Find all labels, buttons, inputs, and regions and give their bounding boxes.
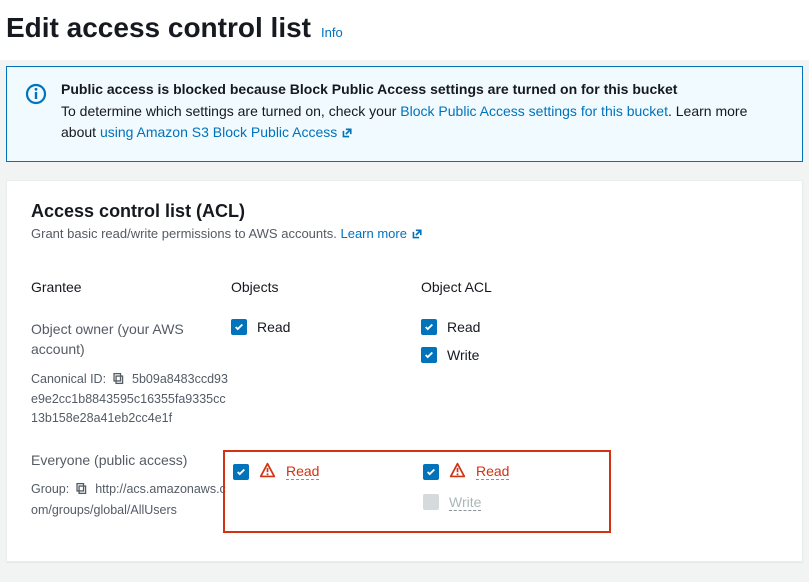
learn-more-link[interactable]: Learn more: [340, 226, 406, 241]
panel-subtitle: Grant basic read/write permissions to AW…: [31, 226, 778, 243]
external-link-icon: [341, 124, 354, 145]
group-label: Group:: [31, 482, 69, 496]
grantee-everyone-name: Everyone (public access): [31, 450, 231, 470]
copy-icon[interactable]: [75, 482, 88, 501]
canonical-id-label: Canonical ID:: [31, 372, 106, 386]
owner-acl-write-label: Write: [447, 347, 479, 363]
copy-icon[interactable]: [112, 372, 125, 391]
block-public-access-settings-link[interactable]: Block Public Access settings for this bu…: [400, 103, 668, 119]
everyone-acl-read-label: Read: [476, 463, 509, 480]
everyone-objects-read-label: Read: [286, 463, 319, 480]
everyone-objects-read-checkbox[interactable]: [233, 464, 249, 480]
info-icon: [25, 83, 47, 145]
acl-panel: Access control list (ACL) Grant basic re…: [6, 180, 803, 562]
owner-acl-write-checkbox[interactable]: [421, 347, 437, 363]
grantee-owner: Object owner (your AWS account) Canonica…: [31, 319, 231, 428]
panel-title: Access control list (ACL): [31, 201, 778, 222]
warning-icon: [259, 462, 276, 482]
col-objects: Objects: [231, 279, 421, 295]
alert-title: Public access is blocked because Block P…: [61, 81, 784, 97]
info-link[interactable]: Info: [321, 25, 343, 40]
owner-objects-read-label: Read: [257, 319, 290, 335]
info-alert: Public access is blocked because Block P…: [6, 66, 803, 162]
everyone-acl-read-checkbox[interactable]: [423, 464, 439, 480]
everyone-acl-write-label: Write: [449, 494, 481, 511]
grantee-everyone: Everyone (public access) Group: http://a…: [31, 450, 231, 533]
col-object-acl: Object ACL: [421, 279, 611, 295]
everyone-acl-write-checkbox: [423, 494, 439, 510]
owner-acl-read-label: Read: [447, 319, 480, 335]
alert-text: To determine which settings are turned o…: [61, 101, 784, 145]
block-public-access-docs-link[interactable]: using Amazon S3 Block Public Access: [100, 124, 337, 140]
owner-objects-read-checkbox[interactable]: [231, 319, 247, 335]
everyone-permissions-highlight: Read Read Write: [223, 450, 611, 533]
owner-acl-read-checkbox[interactable]: [421, 319, 437, 335]
grantee-owner-name: Object owner (your AWS account): [31, 319, 231, 360]
col-grantee: Grantee: [31, 279, 231, 295]
external-link-icon: [411, 227, 424, 243]
warning-icon: [449, 462, 466, 482]
page-title: Edit access control list: [6, 12, 311, 44]
